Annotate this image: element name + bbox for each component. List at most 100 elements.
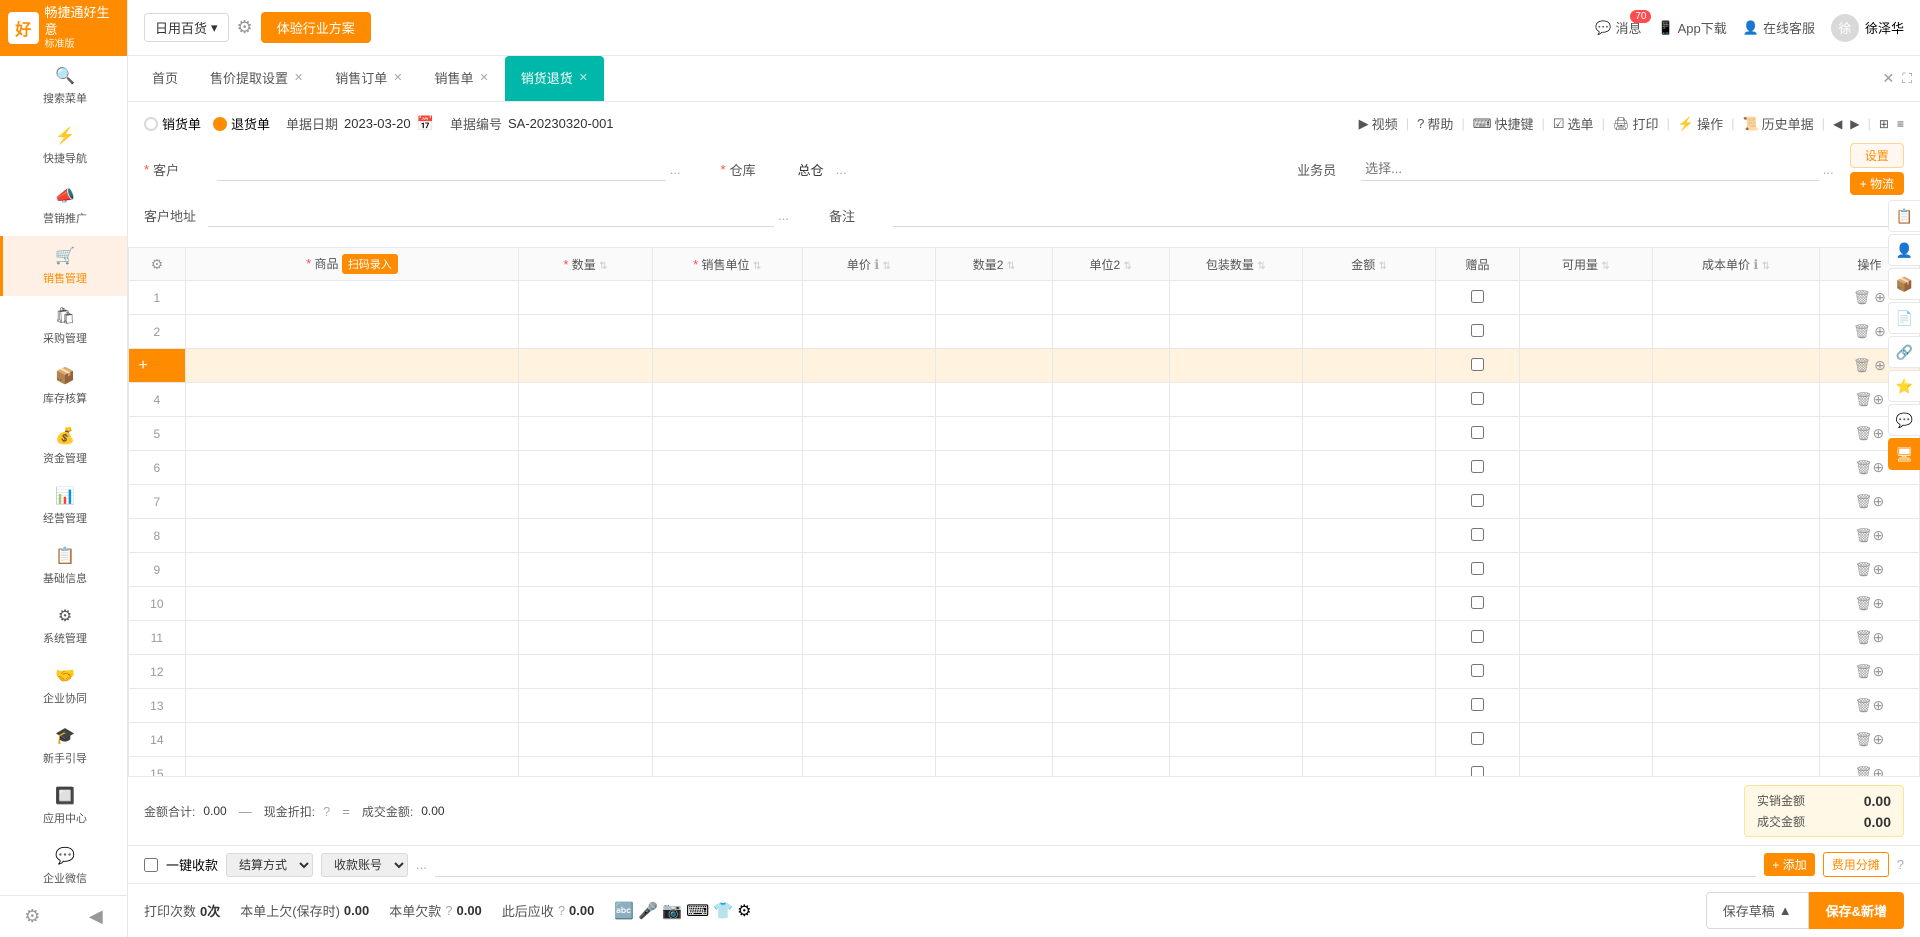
available-sort[interactable]: ⇅ xyxy=(1601,261,1609,272)
sidebar-item-finance[interactable]: 💰 资金管理 xyxy=(0,416,127,476)
row1-amount[interactable] xyxy=(1302,281,1435,315)
payment-account-select[interactable]: 收款账号 xyxy=(321,853,408,877)
row2-qty2[interactable] xyxy=(936,315,1053,349)
row2-amount[interactable] xyxy=(1302,315,1435,349)
row10-delete[interactable]: 🗑 xyxy=(1855,595,1873,612)
sidebar-item-quick[interactable]: ⚡ 快捷导航 xyxy=(0,116,127,176)
tab-close-all[interactable]: ✕ xyxy=(1882,70,1894,87)
row1-pack[interactable] xyxy=(1169,281,1302,315)
tab-sales-order[interactable]: 销售订单 ✕ xyxy=(319,56,418,101)
row3-price[interactable] xyxy=(802,349,935,383)
sidebar-item-operation[interactable]: 📊 经营管理 xyxy=(0,476,127,536)
toolbar-select[interactable]: ☑ 选单 xyxy=(1553,114,1594,133)
toolbar-help[interactable]: ? 帮助 xyxy=(1417,114,1453,133)
row3-goods[interactable] xyxy=(185,349,519,383)
sidebar-item-purchase[interactable]: 🛍 采购管理 xyxy=(0,296,127,356)
row1-unit2[interactable] xyxy=(1052,281,1169,315)
toolbar-grid[interactable]: ⊞ xyxy=(1879,117,1889,131)
toolbar-video[interactable]: ▶ 视频 xyxy=(1359,114,1398,133)
row3-gift-check[interactable] xyxy=(1471,358,1484,371)
logistics-btn[interactable]: + 物流 xyxy=(1850,172,1904,195)
tab-sales-return-close[interactable]: ✕ xyxy=(579,71,588,84)
user-menu[interactable]: 徐 徐泽华 xyxy=(1831,14,1904,42)
warehouse-dots[interactable]: ... xyxy=(836,162,847,177)
qty-sort[interactable]: ⇅ xyxy=(599,261,607,272)
row8-delete[interactable]: 🗑 xyxy=(1855,527,1873,544)
row2-delete[interactable]: 🗑 xyxy=(1853,323,1871,340)
row2-copy[interactable]: ⊕ xyxy=(1874,323,1886,340)
radio-return[interactable]: 退货单 xyxy=(213,114,270,133)
tab-sales-invoice-close[interactable]: ✕ xyxy=(480,71,489,84)
row2-unit[interactable] xyxy=(652,315,802,349)
keyboard-icon[interactable]: ⌨ xyxy=(686,901,709,921)
row3-delete[interactable]: 🗑 xyxy=(1853,357,1871,374)
row5-copy[interactable]: ⊕ xyxy=(1872,425,1884,442)
sidebar-item-guide[interactable]: 🎓 新手引导 xyxy=(0,716,127,776)
row1-gift-check[interactable] xyxy=(1471,290,1484,303)
right-panel-btn-star[interactable]: ⭐ xyxy=(1888,370,1920,402)
row2-price[interactable] xyxy=(802,315,935,349)
price-sort[interactable]: ⇅ xyxy=(883,261,891,272)
right-panel-btn-screen[interactable]: 🖥 xyxy=(1888,438,1920,470)
payment-amount-input[interactable] xyxy=(435,853,1757,877)
row12-copy[interactable]: ⊕ xyxy=(1872,663,1884,680)
category-select[interactable]: 日用百货 ▾ xyxy=(144,13,229,42)
customer-input[interactable] xyxy=(217,157,666,181)
topbar-settings-icon[interactable]: ⚙ xyxy=(237,17,253,38)
one-click-checkbox[interactable] xyxy=(144,858,158,872)
row11-copy[interactable]: ⊕ xyxy=(1872,629,1884,646)
row3-unit[interactable] xyxy=(652,349,802,383)
row1-goods[interactable] xyxy=(185,281,519,315)
add-row-btn[interactable]: + xyxy=(133,356,153,376)
row3-qty2[interactable] xyxy=(936,349,1053,383)
right-panel-btn-chat[interactable]: 💬 xyxy=(1888,404,1920,436)
sidebar-item-enterprise[interactable]: 🤝 企业协同 xyxy=(0,656,127,716)
salesperson-input[interactable] xyxy=(1361,157,1819,181)
row6-copy[interactable]: ⊕ xyxy=(1872,459,1884,476)
row2-gift-check[interactable] xyxy=(1471,324,1484,337)
tab-home[interactable]: 首页 xyxy=(136,56,194,101)
table-settings-icon[interactable]: ⚙ xyxy=(151,256,164,272)
cost-sort[interactable]: ⇅ xyxy=(1762,261,1770,272)
row15-delete[interactable]: 🗑 xyxy=(1855,765,1873,776)
toolbar-list[interactable]: ≡ xyxy=(1897,117,1904,131)
sidebar-item-sales[interactable]: 🛒 销售管理 xyxy=(0,236,127,296)
row1-qty2[interactable] xyxy=(936,281,1053,315)
sidebar-item-system[interactable]: ⚙ 系统管理 xyxy=(0,596,127,656)
row1-price[interactable] xyxy=(802,281,935,315)
row7-delete[interactable]: 🗑 xyxy=(1855,493,1873,510)
app-download-btn[interactable]: 📱 App下载 xyxy=(1657,18,1726,37)
row11-delete[interactable]: 🗑 xyxy=(1855,629,1873,646)
toolbar-shortcut[interactable]: ⌨ 快捷键 xyxy=(1473,114,1534,133)
row4-delete[interactable]: 🗑 xyxy=(1855,391,1873,408)
pack-sort[interactable]: ⇅ xyxy=(1257,261,1265,272)
calendar-icon[interactable]: 📅 xyxy=(417,115,434,132)
debt-info-icon[interactable]: ? xyxy=(445,903,452,918)
row2-goods[interactable] xyxy=(185,315,519,349)
sidebar-item-basic[interactable]: 📋 基础信息 xyxy=(0,536,127,596)
add-payment-btn[interactable]: + 添加 xyxy=(1764,853,1814,876)
tab-sales-invoice[interactable]: 销售单 ✕ xyxy=(418,56,504,101)
save-draft-btn[interactable]: 保存草稿 ▲ xyxy=(1706,892,1809,929)
right-panel-btn-clipboard[interactable]: 📋 xyxy=(1888,200,1920,232)
row3-qty[interactable] xyxy=(519,349,652,383)
unit-sort[interactable]: ⇅ xyxy=(753,261,761,272)
row4-copy[interactable]: ⊕ xyxy=(1872,391,1884,408)
scan-input-btn[interactable]: 扫码录入 xyxy=(342,254,398,274)
row3-goods-input[interactable] xyxy=(190,359,515,373)
tab-price-settings-close[interactable]: ✕ xyxy=(294,71,303,84)
radio-sale[interactable]: 销货单 xyxy=(144,114,201,133)
address-input[interactable] xyxy=(208,203,774,227)
row1-unit[interactable] xyxy=(652,281,802,315)
row3-amount[interactable] xyxy=(1302,349,1435,383)
row7-copy[interactable]: ⊕ xyxy=(1872,493,1884,510)
row14-copy[interactable]: ⊕ xyxy=(1872,731,1884,748)
row8-copy[interactable]: ⊕ xyxy=(1872,527,1884,544)
tab-price-settings[interactable]: 售价提取设置 ✕ xyxy=(194,56,319,101)
sidebar-item-marketing[interactable]: 📣 营销推广 xyxy=(0,176,127,236)
row1-delete[interactable]: 🗑 xyxy=(1853,289,1871,306)
row3-copy[interactable]: ⊕ xyxy=(1874,357,1886,374)
row1-gift[interactable] xyxy=(1436,281,1519,315)
toolbar-operate[interactable]: ⚡ 操作 xyxy=(1678,114,1723,133)
experience-btn[interactable]: 体验行业方案 xyxy=(261,12,371,43)
